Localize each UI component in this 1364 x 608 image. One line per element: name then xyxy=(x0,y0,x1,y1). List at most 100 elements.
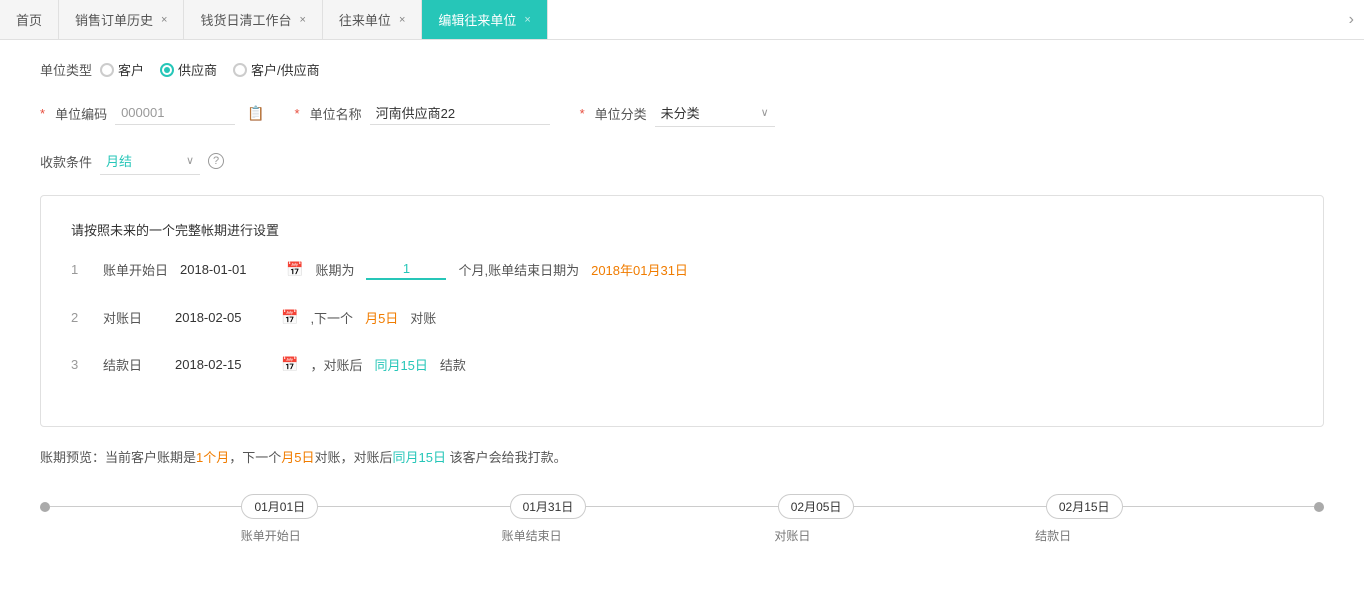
radio-supplier-circle xyxy=(160,63,174,77)
radio-supplier-label: 供应商 xyxy=(178,60,217,79)
timeline-line-4 xyxy=(854,506,1045,507)
tab-sales-history[interactable]: 销售订单历史 × xyxy=(59,0,184,39)
radio-supplier[interactable]: 供应商 xyxy=(160,60,217,79)
row-desc-2-suffix: 对账 xyxy=(410,308,436,327)
setting-row-1: 1 账单开始日 2018-01-01 📅 账期为 个月,账单结束日期为 2018… xyxy=(71,259,1293,280)
row-num-3: 3 xyxy=(71,357,91,372)
settings-box: 请按照未来的一个完整帐期进行设置 1 账单开始日 2018-01-01 📅 账期… xyxy=(40,195,1324,427)
radio-customer-supplier-label: 客户/供应商 xyxy=(251,60,320,79)
row-desc-3-highlight: 同月15日 xyxy=(374,355,427,374)
timeline-badge-3: 02月05日 xyxy=(778,494,855,519)
unit-code-input[interactable] xyxy=(115,101,235,125)
unit-code-field: * 单位编码 📋 xyxy=(40,101,265,125)
unit-type-field: 单位类型 客户 供应商 客户/供应商 xyxy=(40,60,320,79)
preview-middle2: 对账，对账后 xyxy=(315,450,393,465)
row-cal-3[interactable]: 📅 xyxy=(281,356,298,373)
preview-middle: ，下一个 xyxy=(229,450,281,465)
timeline-badge-1: 01月01日 xyxy=(241,494,318,519)
preview-part2: 月5日 xyxy=(281,450,314,465)
radio-customer[interactable]: 客户 xyxy=(100,60,144,79)
setting-row-3: 3 结款日 2018-02-15 📅 ，对账后同月15日 结款 xyxy=(71,355,1293,374)
row-desc-3-prefix: ，对账后 xyxy=(310,355,362,374)
radio-customer-supplier[interactable]: 客户/供应商 xyxy=(233,60,320,79)
tab-home-label: 首页 xyxy=(16,10,42,29)
timeline-badge-2: 01月31日 xyxy=(510,494,587,519)
timeline-start-dot xyxy=(40,502,50,512)
radio-customer-supplier-circle xyxy=(233,63,247,77)
row-label-3: 结款日 xyxy=(103,355,163,374)
timeline-label-2: 账单结束日 xyxy=(492,527,572,544)
payment-cond-value: 月结 xyxy=(106,151,180,170)
unit-name-input[interactable] xyxy=(370,101,550,125)
timeline-line-1 xyxy=(50,506,241,507)
tab-home[interactable]: 首页 xyxy=(0,0,59,39)
row-desc-3-suffix: 结款 xyxy=(440,355,466,374)
unit-type-radio-group: 客户 供应商 客户/供应商 xyxy=(100,60,320,79)
unit-name-label: 单位名称 xyxy=(310,104,362,123)
tab-more-button[interactable]: › xyxy=(1339,11,1364,29)
tab-partner-label: 往来单位 xyxy=(339,10,391,29)
period-input[interactable] xyxy=(366,259,446,280)
payment-help-icon[interactable]: ? xyxy=(208,153,224,169)
radio-customer-circle xyxy=(100,63,114,77)
payment-cond-label: 收款条件 xyxy=(40,152,92,171)
setting-row-2: 2 对账日 2018-02-05 📅 ,下一个月5日 对账 xyxy=(71,308,1293,327)
payment-cond-dropdown[interactable]: 月结 ∨ xyxy=(100,147,200,175)
unit-code-star: * xyxy=(40,106,45,121)
row-cal-1[interactable]: 📅 xyxy=(286,261,303,278)
row-desc-period-prefix: 账期为 xyxy=(315,260,354,279)
timeline-end-dot xyxy=(1314,502,1324,512)
unit-name-star: * xyxy=(295,106,300,121)
tab-partner[interactable]: 往来单位 × xyxy=(323,0,422,39)
timeline-line-5 xyxy=(1123,506,1314,507)
timeline-label-1: 账单开始日 xyxy=(231,527,311,544)
unit-category-field: * 单位分类 未分类 ∨ xyxy=(580,99,775,127)
unit-type-row: 单位类型 客户 供应商 客户/供应商 xyxy=(40,60,1324,79)
close-cash-work-icon[interactable]: × xyxy=(299,14,305,26)
unit-info-row: * 单位编码 📋 * 单位名称 * 单位分类 未分类 ∨ xyxy=(40,99,1324,127)
tabs-bar: 首页 销售订单历史 × 钱货日清工作台 × 往来单位 × 编辑往来单位 × › xyxy=(0,0,1364,40)
timeline-label-3: 对账日 xyxy=(752,527,832,544)
preview-part1: 1个月 xyxy=(196,450,229,465)
unit-code-label: 单位编码 xyxy=(55,104,107,123)
unit-category-chevron-icon: ∨ xyxy=(761,106,769,119)
unit-category-star: * xyxy=(580,106,585,121)
timeline-badge-4: 02月15日 xyxy=(1046,494,1123,519)
unit-name-field: * 单位名称 xyxy=(295,101,550,125)
payment-cond-row: 收款条件 月结 ∨ ? xyxy=(40,147,1324,175)
row-date-2: 2018-02-05 xyxy=(175,310,265,325)
preview-suffix: 该客户会给我打款。 xyxy=(450,450,567,465)
timeline-wrapper: 01月01日 01月31日 02月05日 02月15日 xyxy=(40,494,1324,564)
timeline-line-3 xyxy=(586,506,777,507)
tab-sales-history-label: 销售订单历史 xyxy=(75,10,153,29)
row-desc-2-prefix: ,下一个 xyxy=(310,308,353,327)
unit-type-label: 单位类型 xyxy=(40,60,92,79)
timeline-node-2: 01月31日 xyxy=(510,494,587,519)
row-desc-period-unit: 个月,账单结束日期为 xyxy=(458,260,579,279)
tab-edit-partner[interactable]: 编辑往来单位 × xyxy=(422,0,547,39)
row-num-2: 2 xyxy=(71,310,91,325)
main-content: 单位类型 客户 供应商 客户/供应商 * 单位编码 xyxy=(0,40,1364,608)
preview-prefix: 账期预览：当前客户账期是 xyxy=(40,450,196,465)
close-sales-history-icon[interactable]: × xyxy=(161,14,167,26)
row-desc-2-highlight: 月5日 xyxy=(365,308,398,327)
timeline-node-1: 01月01日 xyxy=(241,494,318,519)
row-label-1: 账单开始日 xyxy=(103,260,168,279)
timeline-node-4: 02月15日 xyxy=(1046,494,1123,519)
row-num-1: 1 xyxy=(71,262,91,277)
row-date-3: 2018-02-15 xyxy=(175,357,265,372)
row-period-end: 2018年01月31日 xyxy=(591,260,688,279)
tab-cash-work[interactable]: 钱货日清工作台 × xyxy=(184,0,322,39)
close-partner-icon[interactable]: × xyxy=(399,14,405,26)
unit-category-dropdown[interactable]: 未分类 ∨ xyxy=(655,99,775,127)
unit-category-value: 未分类 xyxy=(661,103,755,122)
row-label-2: 对账日 xyxy=(103,308,163,327)
timeline-line-2 xyxy=(318,506,509,507)
unit-category-label: 单位分类 xyxy=(595,104,647,123)
payment-cond-field: 收款条件 月结 ∨ ? xyxy=(40,147,224,175)
close-edit-partner-icon[interactable]: × xyxy=(524,14,530,26)
payment-cond-chevron-icon: ∨ xyxy=(186,154,194,167)
row-cal-2[interactable]: 📅 xyxy=(281,309,298,326)
unit-code-copy-icon[interactable]: 📋 xyxy=(247,105,264,122)
radio-customer-label: 客户 xyxy=(118,60,144,79)
